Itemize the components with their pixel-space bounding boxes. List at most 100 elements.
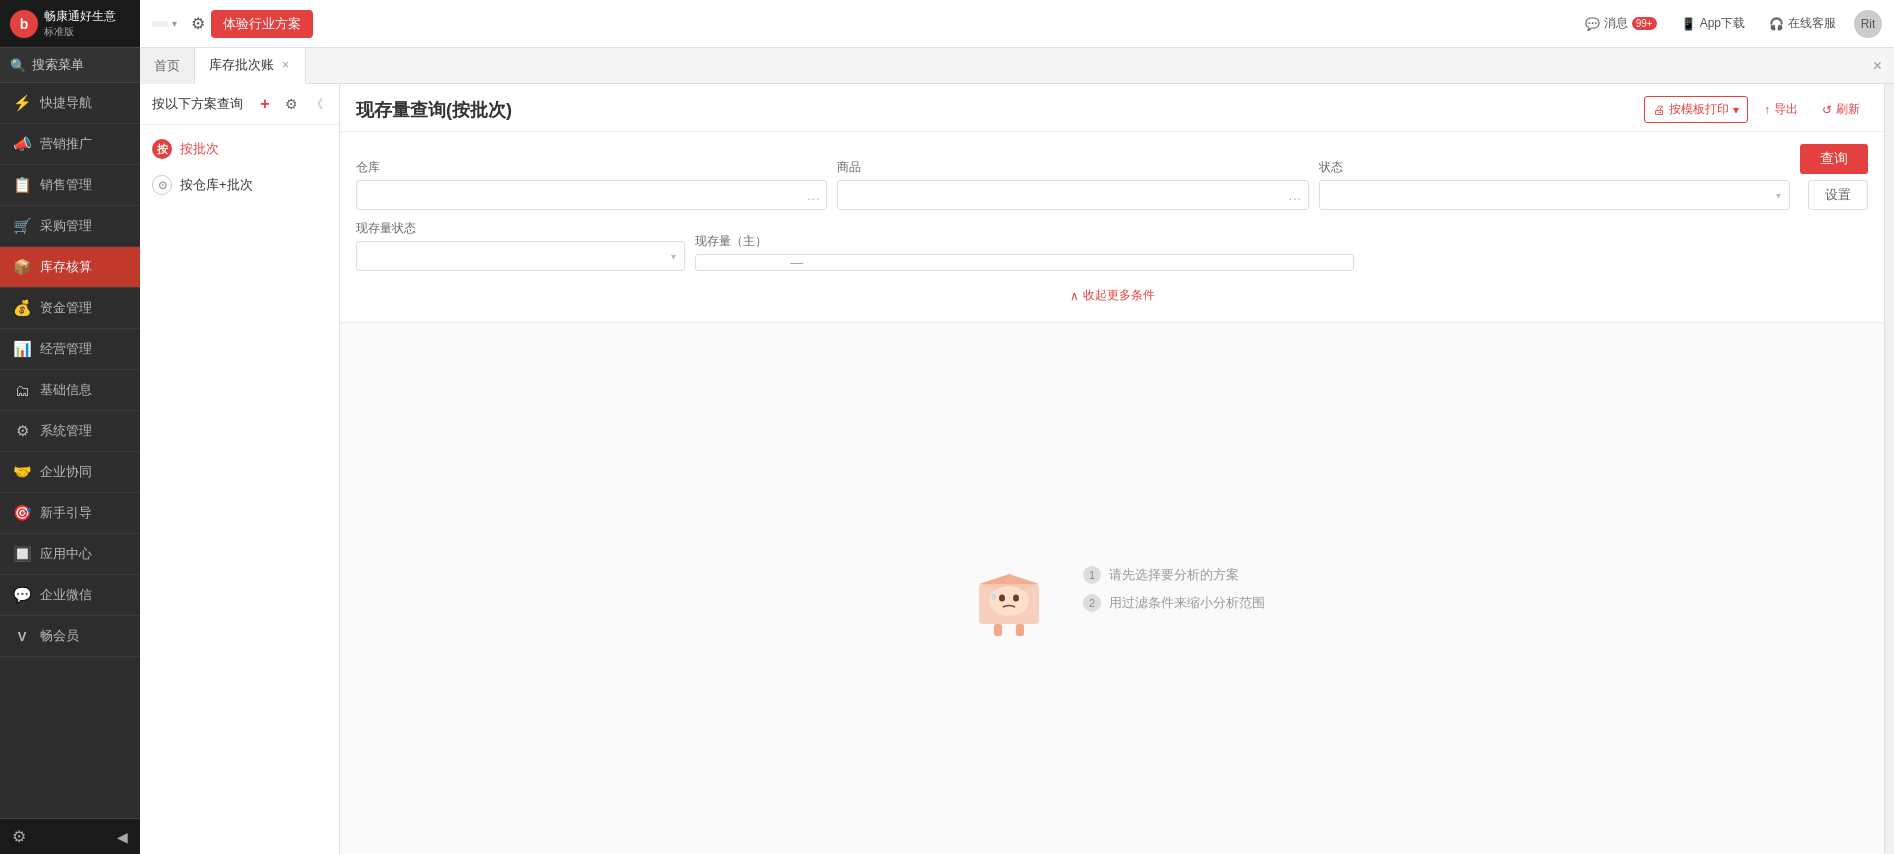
user-avatar[interactable]: Rit (1854, 10, 1882, 38)
print-button[interactable]: 🖨 按模板打印 ▾ (1644, 96, 1748, 123)
sidebar-item-collab[interactable]: 🤝 企业协同 (0, 452, 140, 493)
query-header-actions: 🖨 按模板打印 ▾ ↑ 导出 ↺ 刷新 (1644, 96, 1868, 123)
sidebar-item-basic[interactable]: 🗂 基础信息 (0, 370, 140, 411)
refresh-button[interactable]: ↺ 刷新 (1814, 97, 1868, 122)
app-download-label: App下载 (1700, 15, 1745, 32)
print-dropdown-icon: ▾ (1733, 103, 1739, 117)
wechat-icon: 💬 (12, 585, 32, 605)
tab-home-label: 首页 (154, 57, 180, 75)
sidebar: b 畅康通好生意 标准版 🔍 搜索菜单 ⚡ 快捷导航 📣 营销推广 📋 销售管理… (0, 0, 140, 854)
status-select[interactable]: ▾ (1319, 180, 1790, 210)
filter-inventory-qty: 现存量（主） — (695, 233, 1354, 271)
scheme-item-by-batch[interactable]: 按 按批次 (140, 131, 339, 167)
product-input[interactable]: … (837, 180, 1308, 210)
collapse-panel-icon[interactable]: 《 (307, 94, 327, 114)
tip-num-1: 1 (1083, 566, 1101, 584)
scheme-settings-icon[interactable]: ⚙ (281, 94, 301, 114)
scrollbar-right[interactable] (1884, 84, 1894, 854)
marketing-icon: 📣 (12, 134, 32, 154)
inventory-qty-max[interactable] (809, 255, 889, 270)
sidebar-item-newbie[interactable]: 🎯 新手引导 (0, 493, 140, 534)
collapse-filters-button[interactable]: ∧ 收起更多条件 (356, 281, 1868, 310)
tab-close-icon[interactable]: × (280, 56, 291, 74)
query-button[interactable]: 查询 (1800, 144, 1868, 174)
warehouse-text-input[interactable] (363, 188, 802, 203)
inventory-status-select[interactable]: ▾ (356, 241, 685, 271)
online-service-button[interactable]: 🎧 在线客服 (1763, 11, 1842, 36)
finance-icon: 💰 (12, 298, 32, 318)
sidebar-item-system[interactable]: ⚙ 系统管理 (0, 411, 140, 452)
sidebar-item-member[interactable]: V 畅会员 (0, 616, 140, 657)
breadcrumb: ▾ (152, 18, 177, 29)
warehouse-input[interactable]: … (356, 180, 827, 210)
sidebar-item-appstore[interactable]: 🔲 应用中心 (0, 534, 140, 575)
scheme-item-by-warehouse-batch[interactable]: ⊙ 按仓库+批次 (140, 167, 339, 203)
panel-close-icon: × (1873, 57, 1882, 74)
svg-point-3 (1013, 594, 1019, 601)
inventory-status-label: 现存量状态 (356, 220, 685, 237)
messages-button[interactable]: 💬 消息 99+ (1579, 11, 1663, 36)
sidebar-item-marketing[interactable]: 📣 营销推广 (0, 124, 140, 165)
top-settings-icon[interactable]: ⚙ (185, 10, 211, 37)
message-icon: 💬 (1585, 17, 1600, 31)
settings-button[interactable]: 设置 (1808, 180, 1868, 210)
collapse-sidebar-icon[interactable]: ◀ (117, 829, 128, 845)
top-bar-right: 💬 消息 99+ 📱 App下载 🎧 在线客服 Rit (1579, 10, 1882, 38)
export-label: 导出 (1774, 101, 1798, 118)
product-label: 商品 (837, 159, 1308, 176)
trial-button[interactable]: 体验行业方案 (211, 10, 313, 38)
app-download-button[interactable]: 📱 App下载 (1675, 11, 1751, 36)
top-bar-left: ▾ ⚙ (152, 10, 211, 37)
breadcrumb-input (152, 21, 168, 27)
settings-icon[interactable]: ⚙ (12, 827, 26, 846)
sidebar-label-purchase: 采购管理 (40, 217, 92, 235)
sidebar-item-sales[interactable]: 📋 销售管理 (0, 165, 140, 206)
sidebar-item-wechat[interactable]: 💬 企业微信 (0, 575, 140, 616)
warehouse-more-icon[interactable]: … (806, 187, 820, 203)
inventory-qty-range[interactable]: — (695, 254, 1354, 271)
scheme-list: 按 按批次 ⊙ 按仓库+批次 (140, 125, 339, 209)
inventory-icon: 📦 (12, 257, 32, 277)
scheme-icon-batch: 按 (152, 139, 172, 159)
filter-inventory-status: 现存量状态 ▾ (356, 220, 685, 271)
collapse-label: 收起更多条件 (1083, 287, 1155, 304)
action-buttons: 查询 设置 (1800, 144, 1868, 210)
sidebar-label-member: 畅会员 (40, 627, 79, 645)
search-menu[interactable]: 🔍 搜索菜单 (0, 48, 140, 83)
print-label: 按模板打印 (1669, 101, 1729, 118)
shortcut-icon: ⚡ (12, 93, 32, 113)
scheme-label-by-warehouse-batch: 按仓库+批次 (180, 176, 253, 194)
sidebar-item-finance[interactable]: 💰 资金管理 (0, 288, 140, 329)
export-button[interactable]: ↑ 导出 (1756, 97, 1806, 122)
inventory-qty-min[interactable] (704, 255, 784, 270)
dropdown-icon[interactable]: ▾ (172, 18, 177, 29)
collapse-icon: ∧ (1070, 289, 1079, 303)
sidebar-label-finance: 资金管理 (40, 299, 92, 317)
sidebar-item-inventory[interactable]: 📦 库存核算 (0, 247, 140, 288)
sidebar-label-marketing: 营销推广 (40, 135, 92, 153)
app-logo-text: 畅康通好生意 标准版 (44, 9, 116, 38)
search-menu-label: 搜索菜单 (32, 56, 84, 74)
sidebar-item-shortcut[interactable]: ⚡ 快捷导航 (0, 83, 140, 124)
sales-icon: 📋 (12, 175, 32, 195)
product-more-icon[interactable]: … (1288, 187, 1302, 203)
svg-point-2 (999, 594, 1005, 601)
sidebar-item-operation[interactable]: 📊 经营管理 (0, 329, 140, 370)
status-label: 状态 (1319, 159, 1790, 176)
tabs-panel-close[interactable]: × (1861, 57, 1894, 75)
add-scheme-button[interactable]: + (255, 94, 275, 114)
sidebar-label-newbie: 新手引导 (40, 504, 92, 522)
sidebar-label-appstore: 应用中心 (40, 545, 92, 563)
product-text-input[interactable] (844, 188, 1283, 203)
user-name: Rit (1861, 17, 1876, 31)
main-area: ▾ ⚙ 体验行业方案 💬 消息 99+ 📱 App下载 🎧 在线客服 Rit (140, 0, 1894, 854)
filter-warehouse: 仓库 … (356, 159, 827, 210)
svg-rect-5 (994, 624, 1002, 636)
tab-inventory-batch[interactable]: 库存批次账 × (195, 48, 306, 84)
app-edition: 标准版 (44, 25, 116, 38)
purchase-icon: 🛒 (12, 216, 32, 236)
tab-home[interactable]: 首页 (140, 48, 195, 84)
member-icon: V (12, 626, 32, 646)
sidebar-label-shortcut: 快捷导航 (40, 94, 92, 112)
sidebar-item-purchase[interactable]: 🛒 采购管理 (0, 206, 140, 247)
